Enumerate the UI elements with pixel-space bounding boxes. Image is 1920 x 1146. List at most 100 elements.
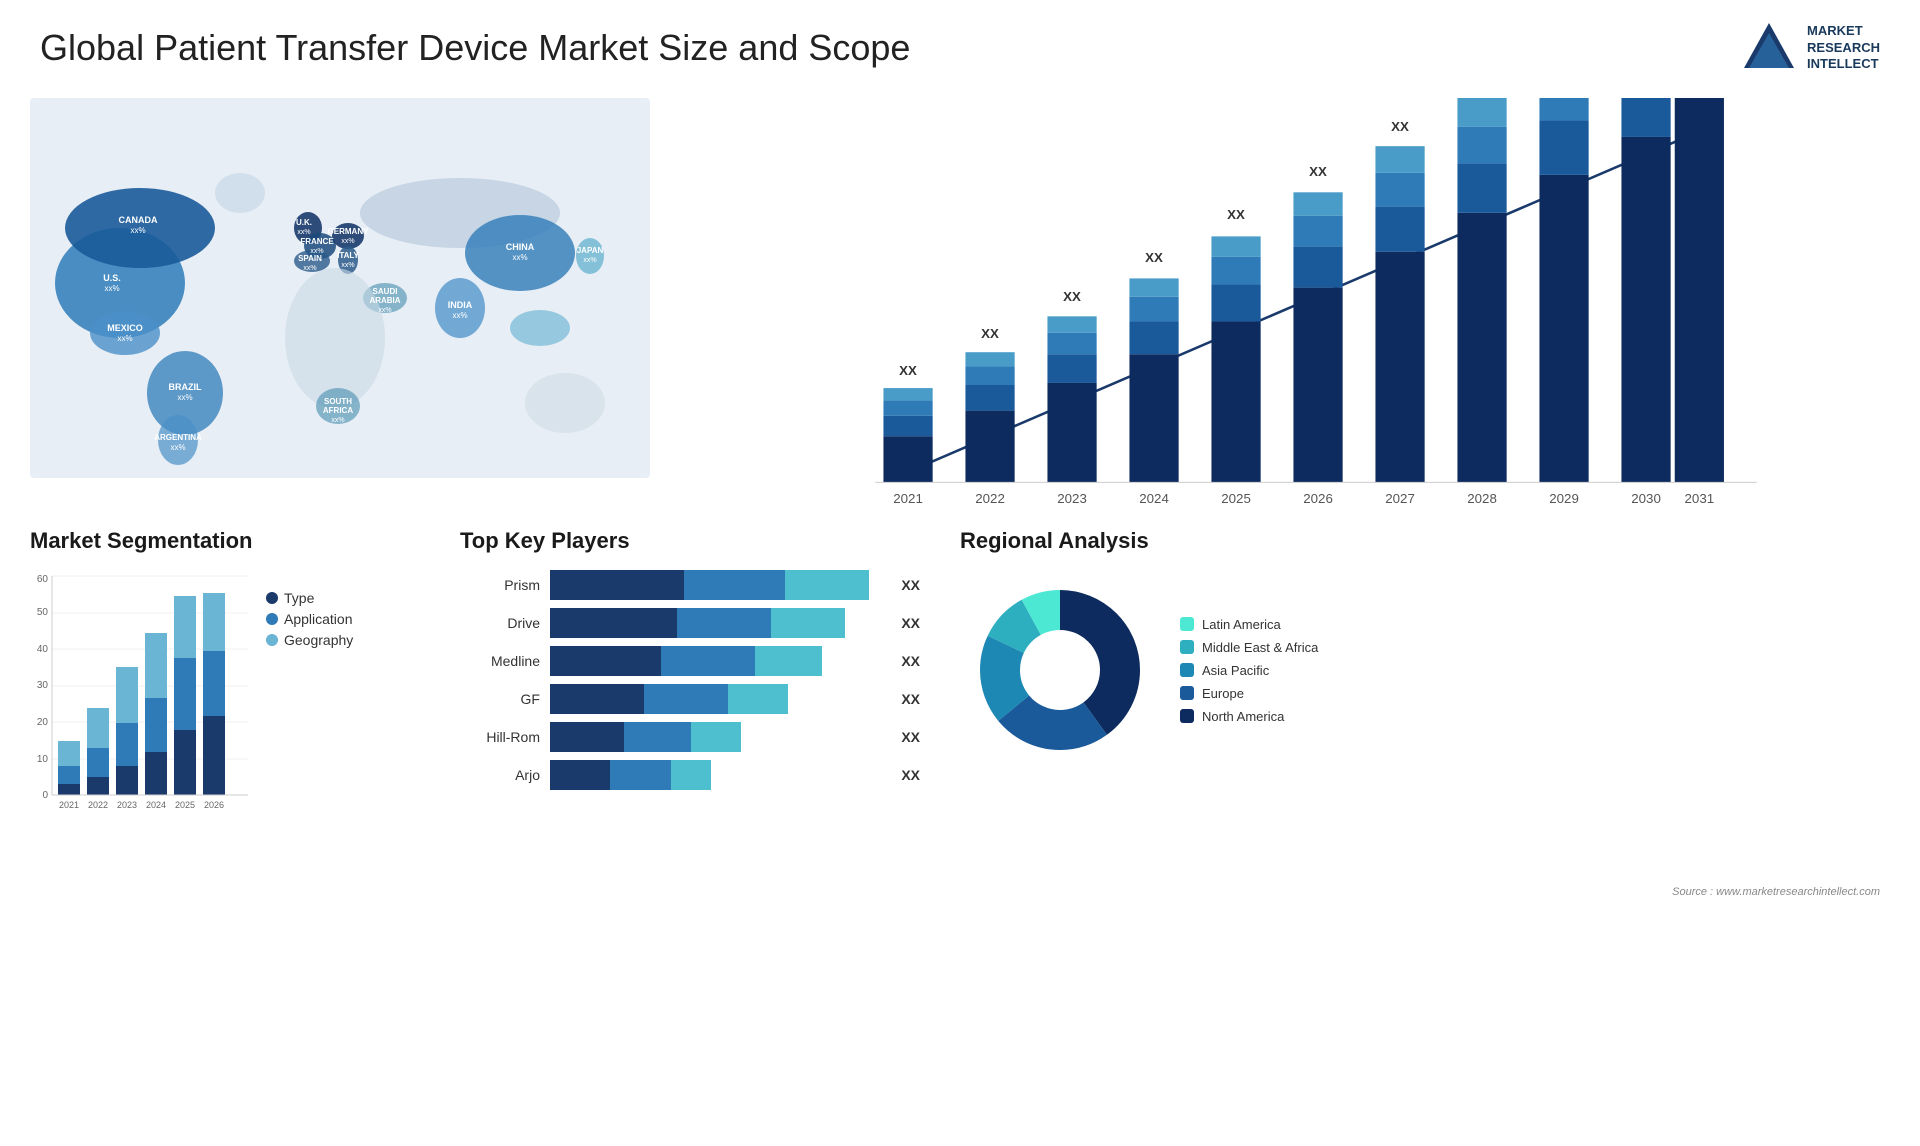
svg-text:AFRICA: AFRICA <box>323 406 353 415</box>
svg-text:60: 60 <box>37 574 49 585</box>
bar-dark-hillrom <box>550 722 624 752</box>
svg-text:XX: XX <box>1145 250 1163 265</box>
player-bar-drive <box>550 608 885 638</box>
page-header: Global Patient Transfer Device Market Si… <box>0 0 1920 88</box>
legend-type-label: Type <box>284 590 314 606</box>
player-bar-prism <box>550 570 885 600</box>
svg-text:XX: XX <box>981 326 999 341</box>
players-section: Top Key Players Prism XX Drive <box>440 528 940 908</box>
svg-text:2021: 2021 <box>893 491 923 506</box>
legend-europe: Europe <box>1180 686 1318 701</box>
north-america-color <box>1180 709 1194 723</box>
europe-color <box>1180 686 1194 700</box>
player-row-arjo: Arjo XX <box>460 760 920 790</box>
svg-text:SAUDI: SAUDI <box>373 287 398 296</box>
svg-text:GERMANY: GERMANY <box>328 227 370 236</box>
segmentation-legend: Type Application Geography <box>266 590 353 653</box>
bar-mid-arjo <box>610 760 670 790</box>
svg-text:2027: 2027 <box>1385 491 1415 506</box>
latin-america-label: Latin America <box>1202 617 1281 632</box>
player-row-drive: Drive XX <box>460 608 920 638</box>
svg-text:INDIA: INDIA <box>448 300 473 310</box>
bar-mid-medline <box>661 646 755 676</box>
svg-text:XX: XX <box>899 363 917 378</box>
svg-text:30: 30 <box>37 680 49 691</box>
player-xx-medline: XX <box>901 653 920 669</box>
svg-text:BRAZIL: BRAZIL <box>169 382 202 392</box>
svg-text:xx%: xx% <box>170 443 185 452</box>
source-text: Source : www.marketresearchintellect.com <box>1672 886 1880 898</box>
svg-text:xx%: xx% <box>104 284 119 293</box>
svg-text:50: 50 <box>37 607 49 618</box>
svg-text:xx%: xx% <box>378 307 391 314</box>
player-name-medline: Medline <box>460 653 540 669</box>
svg-text:ITALY: ITALY <box>337 251 359 260</box>
svg-text:20: 20 <box>37 717 49 728</box>
svg-text:0: 0 <box>42 790 48 801</box>
segmentation-chart: 0 10 20 30 40 50 60 <box>30 570 250 810</box>
middle-east-label: Middle East & Africa <box>1202 640 1318 655</box>
svg-text:xx%: xx% <box>130 226 145 235</box>
players-list: Prism XX Drive XX Medlin <box>460 570 920 790</box>
type-color-dot <box>266 592 278 604</box>
asia-pacific-color <box>1180 663 1194 677</box>
legend-middle-east: Middle East & Africa <box>1180 640 1318 655</box>
regional-section: Regional Analysis <box>940 528 1900 908</box>
svg-text:xx%: xx% <box>341 262 354 269</box>
svg-text:xx%: xx% <box>177 393 192 402</box>
legend-type: Type <box>266 590 353 606</box>
svg-text:XX: XX <box>1391 119 1409 134</box>
player-xx-gf: XX <box>901 691 920 707</box>
legend-north-america: North America <box>1180 709 1318 724</box>
bar-dark-drive <box>550 608 677 638</box>
legend-latin-america: Latin America <box>1180 617 1318 632</box>
bar-light-hillrom <box>691 722 741 752</box>
player-name-drive: Drive <box>460 615 540 631</box>
player-row-gf: GF XX <box>460 684 920 714</box>
svg-text:2021: 2021 <box>59 800 79 810</box>
svg-text:2023: 2023 <box>117 800 137 810</box>
map-section: CANADA xx% U.S. xx% MEXICO xx% BRAZIL xx… <box>20 88 660 518</box>
svg-text:xx%: xx% <box>452 311 467 320</box>
growth-chart-section: XX 2021 XX 2022 XX 2023 XX 2024 <box>660 88 1900 518</box>
bar-light-medline <box>755 646 822 676</box>
legend-application: Application <box>266 611 353 627</box>
bar-light-arjo <box>671 760 711 790</box>
logo: MarketResearchIntellect <box>1739 18 1880 78</box>
svg-text:SPAIN: SPAIN <box>298 254 322 263</box>
svg-text:ARABIA: ARABIA <box>369 296 400 305</box>
legend-geography: Geography <box>266 632 353 648</box>
application-color-dot <box>266 613 278 625</box>
player-name-gf: GF <box>460 691 540 707</box>
svg-text:2022: 2022 <box>88 800 108 810</box>
player-name-hillrom: Hill-Rom <box>460 729 540 745</box>
svg-text:xx%: xx% <box>331 417 344 424</box>
logo-icon <box>1739 18 1799 78</box>
svg-text:ARGENTINA: ARGENTINA <box>154 433 202 442</box>
bar-mid-hillrom <box>624 722 691 752</box>
player-bar-gf <box>550 684 885 714</box>
legend-application-label: Application <box>284 611 353 627</box>
segmentation-section: Market Segmentation 0 10 20 30 40 50 60 <box>20 528 440 908</box>
svg-text:XX: XX <box>1063 289 1081 304</box>
svg-text:JAPAN: JAPAN <box>577 246 604 255</box>
world-map: CANADA xx% U.S. xx% MEXICO xx% BRAZIL xx… <box>30 98 650 478</box>
bar-mid-gf <box>644 684 728 714</box>
bar-dark-arjo <box>550 760 610 790</box>
players-title: Top Key Players <box>460 528 920 554</box>
svg-text:2026: 2026 <box>204 800 224 810</box>
svg-text:CANADA: CANADA <box>119 215 158 225</box>
player-bar-medline <box>550 646 885 676</box>
donut-legend: Latin America Middle East & Africa Asia … <box>1180 617 1318 724</box>
player-name-arjo: Arjo <box>460 767 540 783</box>
svg-text:xx%: xx% <box>303 265 316 272</box>
asia-pacific-label: Asia Pacific <box>1202 663 1269 678</box>
north-america-label: North America <box>1202 709 1284 724</box>
player-xx-arjo: XX <box>901 767 920 783</box>
svg-text:xx%: xx% <box>341 238 354 245</box>
svg-text:2028: 2028 <box>1467 491 1497 506</box>
svg-text:xx%: xx% <box>297 229 310 236</box>
svg-text:2024: 2024 <box>1139 491 1169 506</box>
player-row-prism: Prism XX <box>460 570 920 600</box>
player-row-hillrom: Hill-Rom XX <box>460 722 920 752</box>
